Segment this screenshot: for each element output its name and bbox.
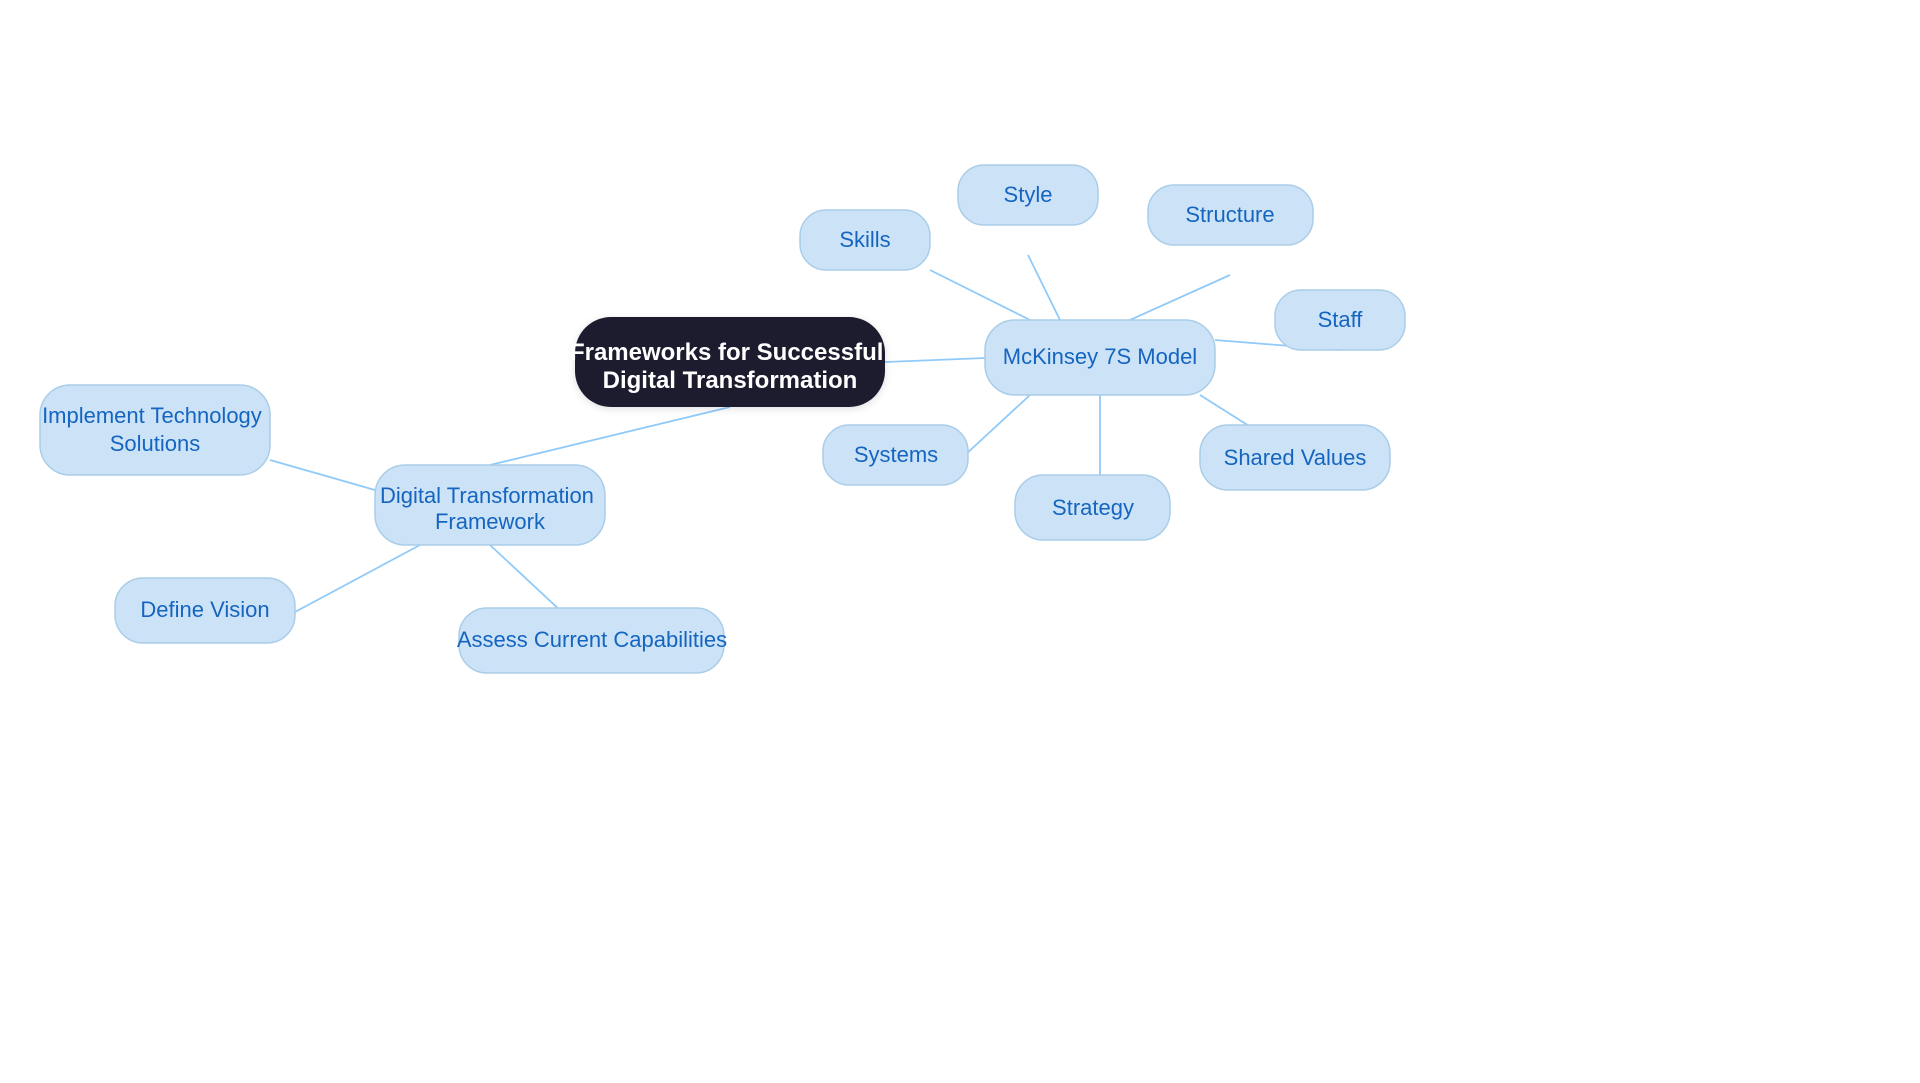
shared-values-node-label: Shared Values [1224, 445, 1367, 470]
style-node-label: Style [1004, 182, 1053, 207]
connector-mckinsey-systems [965, 395, 1030, 455]
structure-node-label: Structure [1185, 202, 1274, 227]
connector-dtf-define [295, 545, 420, 612]
staff-node-label: Staff [1318, 307, 1364, 332]
assess-node-label: Assess Current Capabilities [457, 627, 727, 652]
strategy-node-label: Strategy [1052, 495, 1134, 520]
systems-node-label: Systems [854, 442, 938, 467]
define-node-label: Define Vision [140, 597, 269, 622]
connector-dtf-implement [270, 460, 375, 490]
connector-mckinsey-structure [1130, 275, 1230, 320]
connector-mckinsey-skills [930, 270, 1030, 320]
connector-mckinsey-style [1028, 255, 1060, 320]
connector-center-mckinsey [885, 358, 985, 362]
connector-center-dtf [490, 407, 730, 465]
skills-node-label: Skills [839, 227, 890, 252]
center-node-label: Frameworks for Successful Digital Transf… [570, 339, 890, 394]
mckinsey-node-label: McKinsey 7S Model [1003, 344, 1197, 369]
mind-map: Frameworks for Successful Digital Transf… [0, 0, 1920, 1083]
